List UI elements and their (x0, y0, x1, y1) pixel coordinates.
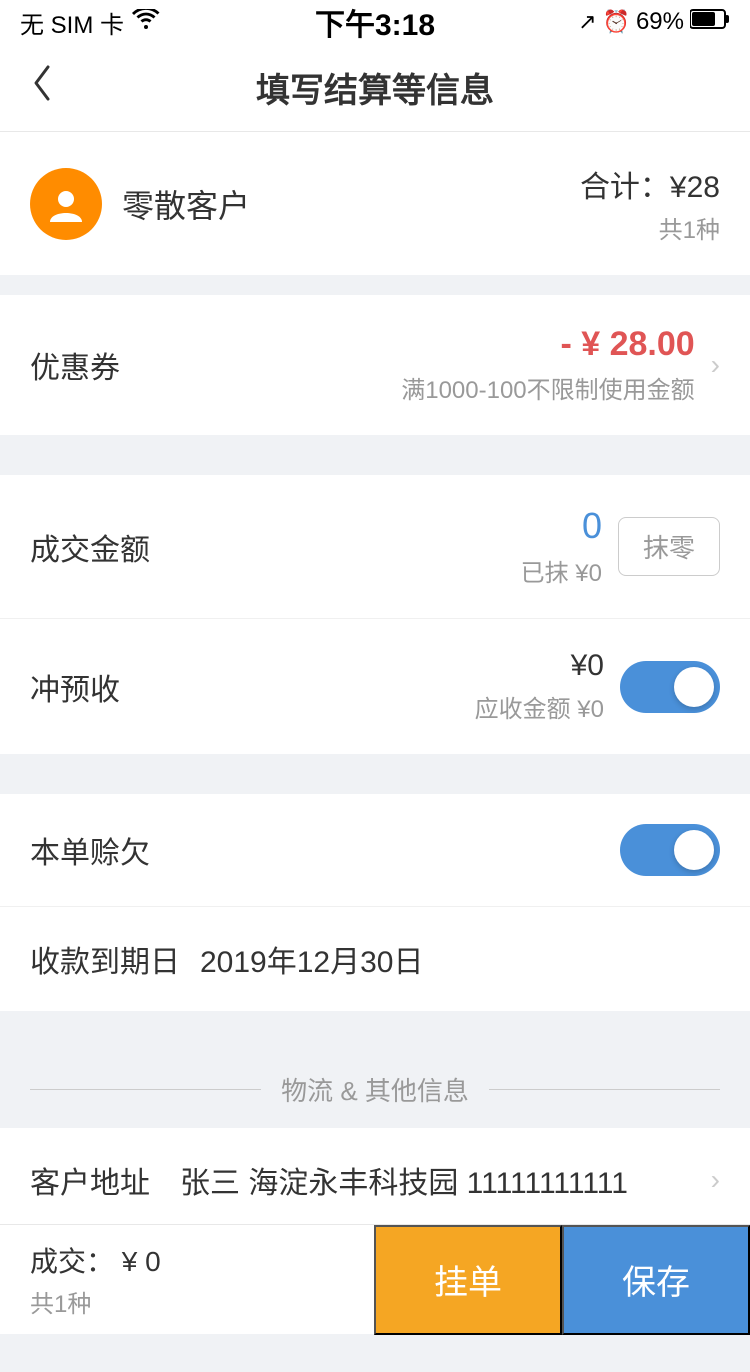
advance-row: 冲预收 ¥0 应收金额 ¥0 (0, 619, 750, 754)
customer-total: 合计：¥28 (580, 162, 720, 206)
hang-button[interactable]: 挂单 (374, 1225, 562, 1335)
location-icon: ↗ (578, 9, 596, 35)
due-date-value: 2019年12月30日 (200, 937, 423, 981)
coupon-value: - ¥ 28.00 (401, 325, 694, 364)
logistics-line-right (489, 1089, 720, 1090)
battery-text: 69% (636, 8, 684, 36)
logistics-title: 物流 & 其他信息 (281, 1071, 469, 1108)
battery-icon (690, 8, 730, 37)
customer-avatar (30, 168, 102, 240)
logistics-header: 物流 & 其他信息 (0, 1051, 750, 1128)
bottom-summary: 成交： ¥ 0 共1种 (0, 1240, 374, 1319)
status-time: 下午3:18 (315, 0, 435, 44)
page-title: 填写结算等信息 (256, 63, 494, 112)
divider-2 (0, 774, 750, 794)
credit-label: 本单赊欠 (30, 828, 150, 872)
address-section: 客户地址 张三 海淀永丰科技园 11111111111 › (0, 1128, 750, 1232)
deal-amount-row: 成交金额 0 已抹 ¥0 抹零 (0, 475, 750, 619)
bottom-bar: 成交： ¥ 0 共1种 挂单 保存 (0, 1224, 750, 1334)
credit-toggle-knob (674, 830, 714, 870)
content: 零散客户 合计：¥28 共1种 优惠券 - ¥ 28.00 满1000-100不… (0, 132, 750, 1372)
alarm-icon: ⏰ (603, 9, 630, 35)
back-button[interactable] (30, 63, 54, 112)
save-button[interactable]: 保存 (562, 1225, 750, 1335)
deal-amount-section: 成交金额 0 已抹 ¥0 抹零 冲预收 ¥0 应收金额 ¥0 (0, 475, 750, 754)
advance-label: 冲预收 (30, 665, 120, 709)
address-label: 客户地址 (30, 1158, 150, 1202)
coupon-label: 优惠券 (30, 343, 120, 387)
credit-right (620, 824, 720, 876)
advance-toggle-knob (674, 667, 714, 707)
bottom-deal-label: 成交： (30, 1246, 114, 1277)
deal-amount-right: 0 已抹 ¥0 抹零 (521, 505, 720, 588)
status-left: 无 SIM 卡 (20, 5, 160, 40)
coupon-right: - ¥ 28.00 满1000-100不限制使用金额 › (401, 325, 720, 405)
customer-section: 零散客户 合计：¥28 共1种 (0, 132, 750, 275)
customer-left: 零散客户 (30, 168, 250, 240)
address-chevron: › (711, 1164, 720, 1196)
divider-3 (0, 1031, 750, 1051)
round-zero-button[interactable]: 抹零 (618, 517, 720, 576)
customer-row[interactable]: 零散客户 合计：¥28 共1种 (0, 132, 750, 275)
wifi-icon (132, 9, 160, 35)
credit-toggle[interactable] (620, 824, 720, 876)
due-date-label: 收款到期日 (30, 937, 180, 981)
advance-toggle[interactable] (620, 661, 720, 713)
credit-section: 本单赊欠 收款到期日 2019年12月30日 (0, 794, 750, 1011)
divider-1 (0, 455, 750, 475)
customer-count: 共1种 (580, 210, 720, 245)
status-right: ↗ ⏰ 69% (578, 8, 730, 37)
logistics-line-left (30, 1089, 261, 1090)
advance-value: ¥0 (475, 649, 604, 683)
coupon-sub: 满1000-100不限制使用金额 (401, 370, 694, 405)
deal-amount-sub: 已抹 ¥0 (521, 553, 602, 588)
advance-sub: 应收金额 ¥0 (475, 689, 604, 724)
customer-name: 零散客户 (122, 181, 250, 227)
address-row[interactable]: 客户地址 张三 海淀永丰科技园 11111111111 › (0, 1128, 750, 1232)
bottom-deal-text: 成交： ¥ 0 (30, 1240, 344, 1280)
customer-summary: 合计：¥28 共1种 (580, 162, 720, 245)
deal-amount-value: 0 (521, 505, 602, 547)
credit-row: 本单赊欠 (0, 794, 750, 907)
coupon-section: 优惠券 - ¥ 28.00 满1000-100不限制使用金额 › (0, 295, 750, 435)
coupon-row[interactable]: 优惠券 - ¥ 28.00 满1000-100不限制使用金额 › (0, 295, 750, 435)
bottom-count: 共1种 (30, 1284, 344, 1319)
status-bar: 无 SIM 卡 下午3:18 ↗ ⏰ 69% (0, 0, 750, 44)
due-date-row[interactable]: 收款到期日 2019年12月30日 (0, 907, 750, 1011)
bottom-deal-value: ¥ 0 (122, 1246, 161, 1277)
deal-amount-label: 成交金额 (30, 525, 150, 569)
address-value: 张三 海淀永丰科技园 11111111111 (180, 1158, 681, 1202)
nav-bar: 填写结算等信息 (0, 44, 750, 132)
advance-right: ¥0 应收金额 ¥0 (475, 649, 720, 724)
coupon-chevron: › (711, 349, 720, 381)
no-sim-text: 无 SIM 卡 (20, 5, 124, 40)
